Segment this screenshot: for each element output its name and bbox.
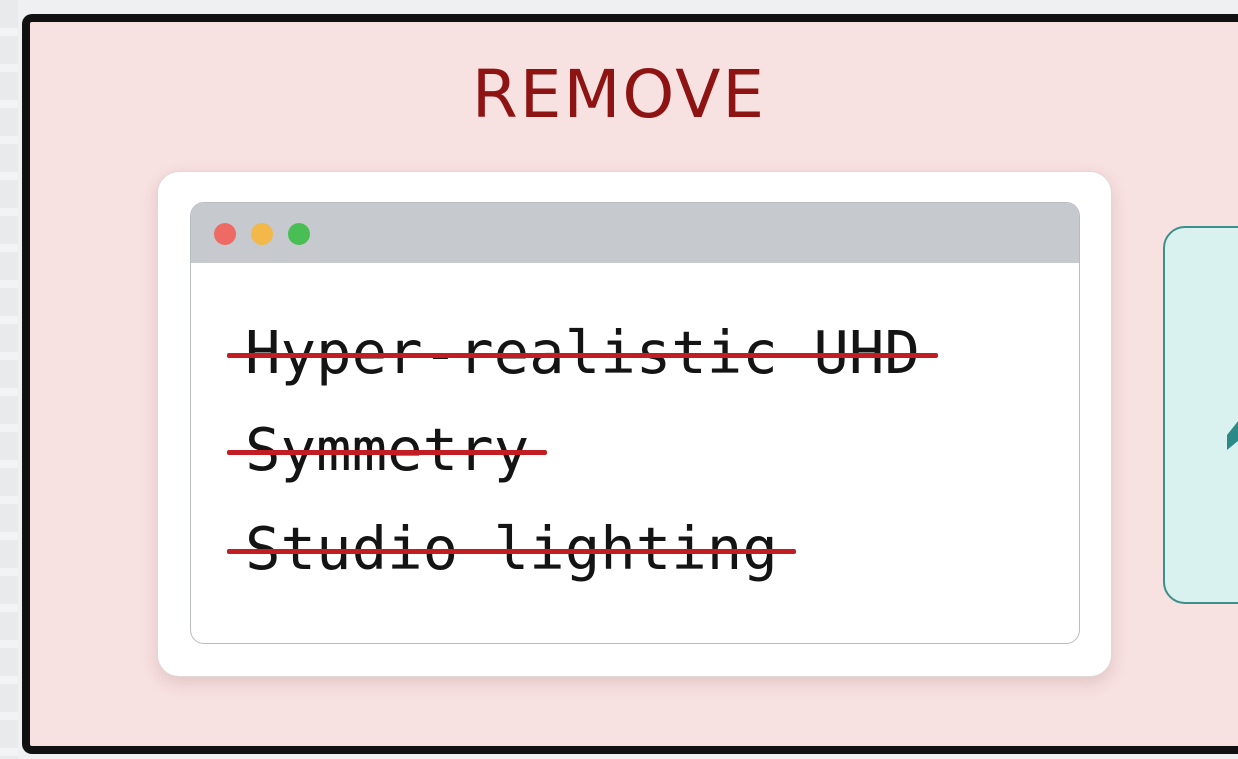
browser-window: Hyper-realistic UHD Symmetry Studio ligh… xyxy=(190,202,1080,644)
removed-item: Symmetry xyxy=(227,420,548,479)
minimize-window-dot[interactable] xyxy=(251,223,273,245)
panel-title: REMOVE xyxy=(471,56,767,133)
zoom-window-dot[interactable] xyxy=(288,223,310,245)
window-titlebar xyxy=(191,203,1079,263)
stage: REMOVE Hyper-realistic UHD Symmetry Stud… xyxy=(0,0,1238,759)
removed-item: Hyper-realistic UHD xyxy=(227,323,938,382)
close-window-dot[interactable] xyxy=(214,223,236,245)
next-panel-card xyxy=(1163,226,1238,604)
strikethrough-line xyxy=(227,549,796,555)
next-panel-partial-glyph-icon xyxy=(1227,421,1238,450)
removed-item: Studio lighting xyxy=(227,519,796,578)
strikethrough-line xyxy=(227,450,548,456)
strikethrough-line xyxy=(227,353,938,359)
